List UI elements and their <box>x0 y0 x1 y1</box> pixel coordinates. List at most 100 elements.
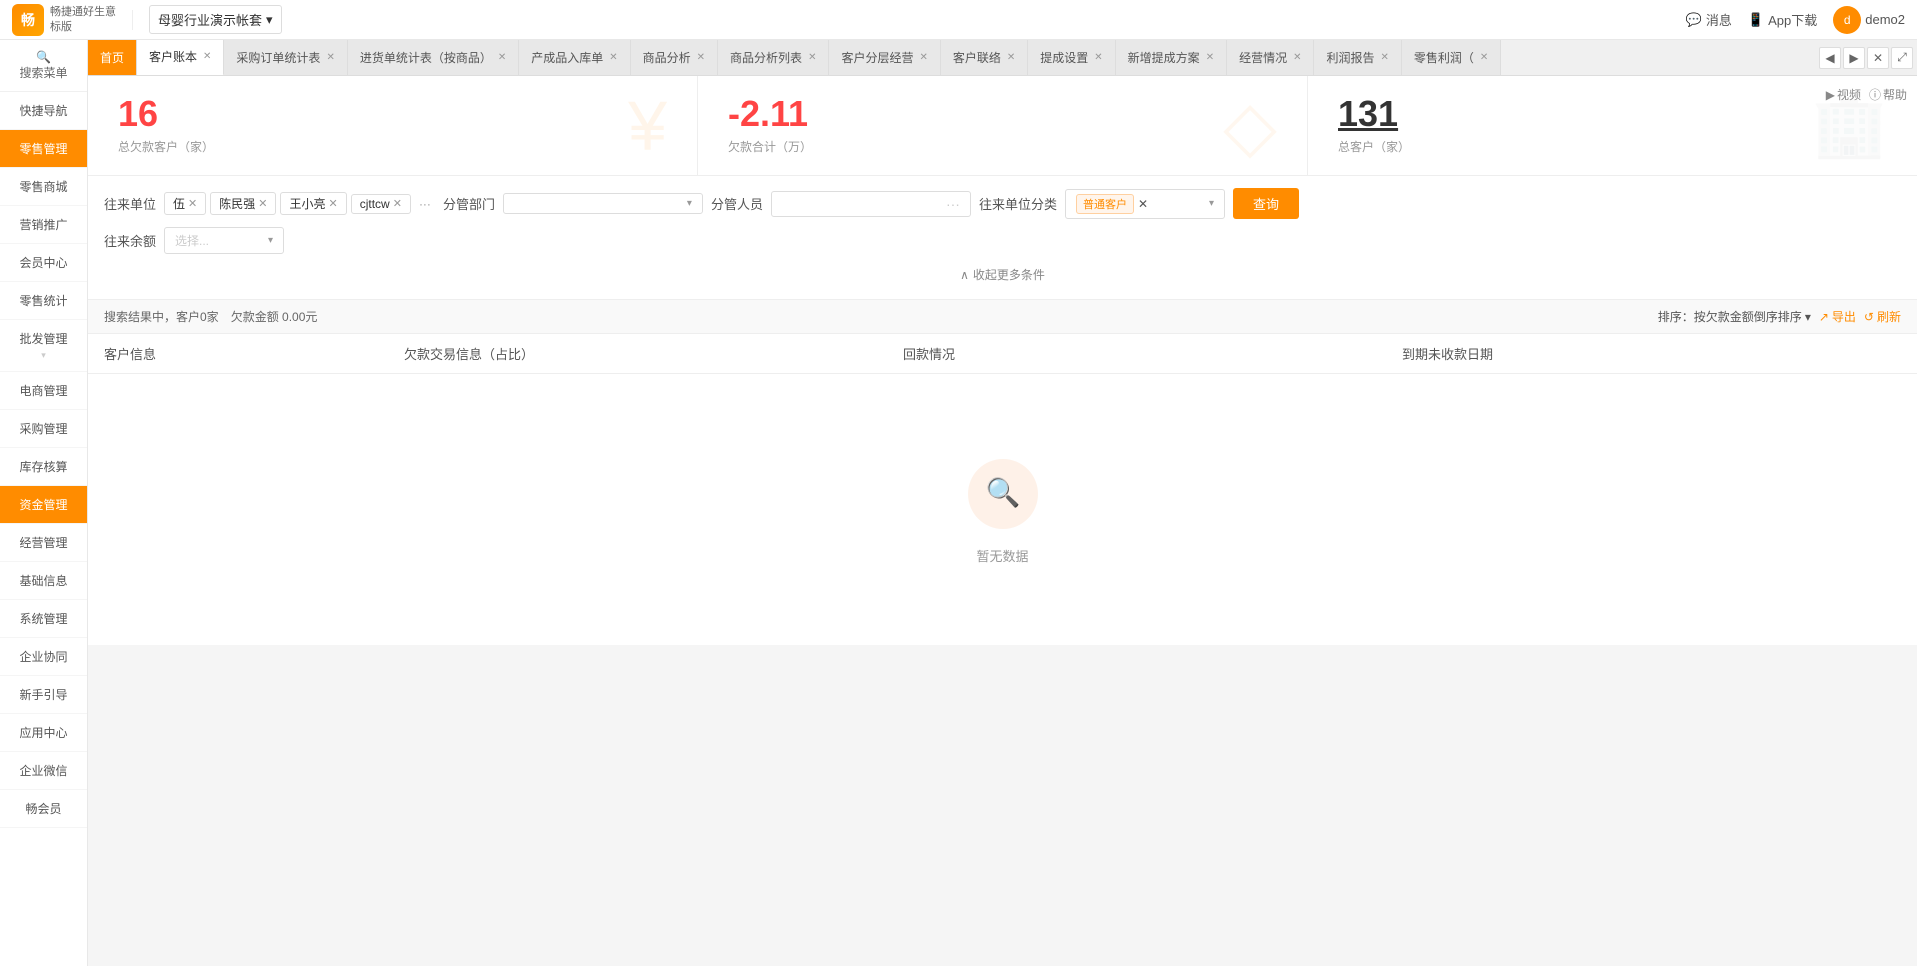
stat-card-total-customers: 🏢 ▶ 视频 ⓘ 帮助 131 <box>1308 76 1917 175</box>
tab-customer-book[interactable]: 客户账本 ✕ <box>137 40 224 76</box>
store-unit-label: 往来单位 <box>104 194 156 213</box>
branch-person-select[interactable]: ··· <box>771 191 971 217</box>
tag-remove-icon[interactable]: ✕ <box>258 197 267 210</box>
tab-product-analysis[interactable]: 商品分析 ✕ <box>631 40 718 76</box>
sidebar-item-app-center[interactable]: 应用中心 <box>0 714 87 752</box>
sidebar-item-quick-nav[interactable]: 快捷导航 <box>0 92 87 130</box>
refresh-button[interactable]: ↺ 刷新 <box>1864 308 1901 325</box>
ellipsis-icon[interactable]: ··· <box>946 196 960 212</box>
collapse-button[interactable]: ∧ 收起更多条件 <box>104 262 1901 287</box>
filter-tag-2[interactable]: 陈民强 ✕ <box>210 192 276 215</box>
sidebar-item-retail-mall[interactable]: 零售商城 <box>0 168 87 206</box>
chevron-down-icon: ▾ <box>266 12 273 28</box>
sidebar-item-operations-mgmt[interactable]: 经营管理 <box>0 524 87 562</box>
filter-more-indicator[interactable]: ··· <box>415 195 435 213</box>
close-icon[interactable]: ✕ <box>697 52 705 63</box>
filter-tag-4[interactable]: cjttcw ✕ <box>351 194 411 214</box>
tab-purchase-order[interactable]: 采购订单统计表 ✕ <box>224 40 347 76</box>
empty-icon: 🔍 <box>963 454 1043 534</box>
sidebar-item-ecommerce[interactable]: 电商管理 <box>0 372 87 410</box>
sidebar-item-member-center[interactable]: 会员中心 <box>0 244 87 282</box>
sidebar-item-marketing[interactable]: 营销推广 <box>0 206 87 244</box>
tab-production-in[interactable]: 产成品入库单 ✕ <box>519 40 630 76</box>
th-customer-info: 客户信息 <box>104 344 404 363</box>
tab-customer-contact[interactable]: 客户联络 ✕ <box>941 40 1028 76</box>
tab-close-all-button[interactable]: ✕ <box>1867 47 1889 69</box>
category-tag-remove-icon[interactable]: ✕ <box>1138 197 1148 211</box>
tab-purchase-stats[interactable]: 进货单统计表（按商品） ✕ <box>348 40 519 76</box>
close-icon[interactable]: ✕ <box>1480 52 1488 63</box>
tab-prev-button[interactable]: ◀ <box>1819 47 1841 69</box>
close-icon[interactable]: ✕ <box>1094 52 1102 63</box>
close-icon[interactable]: ✕ <box>1206 52 1214 63</box>
app-download-button[interactable]: 📱 App下载 <box>1748 10 1817 29</box>
close-icon[interactable]: ✕ <box>808 52 816 63</box>
sidebar-item-wholesale-mgmt[interactable]: 批发管理 ▾ <box>0 320 87 372</box>
play-icon: ▶ <box>1826 88 1835 102</box>
tab-operations[interactable]: 经营情况 ✕ <box>1227 40 1314 76</box>
store-selector[interactable]: 母婴行业演示帐套 ▾ <box>149 5 282 34</box>
sidebar-item-retail-mgmt[interactable]: 零售管理 <box>0 130 87 168</box>
close-icon[interactable]: ✕ <box>609 52 617 63</box>
credit-customers-value: 16 <box>118 96 667 132</box>
tag-remove-icon[interactable]: ✕ <box>393 197 402 210</box>
branch-person-label: 分管人员 <box>711 194 763 213</box>
branch-dept-select[interactable]: ▾ <box>503 193 703 214</box>
sidebar-item-enterprise-wechat[interactable]: 企业微信 <box>0 752 87 790</box>
close-icon[interactable]: ✕ <box>1293 52 1301 63</box>
stat-card-credit-customers: ¥ 16 总欠款客户（家） <box>88 76 698 175</box>
help-button[interactable]: ⓘ 帮助 <box>1869 86 1907 103</box>
close-icon[interactable]: ✕ <box>919 52 927 63</box>
total-customers-value: 131 <box>1338 96 1887 132</box>
tab-retail-profit[interactable]: 零售利润（ ✕ <box>1402 40 1501 76</box>
sidebar-item-system-mgmt[interactable]: 系统管理 <box>0 600 87 638</box>
tab-customer-tier[interactable]: 客户分层经营 ✕ <box>829 40 940 76</box>
close-icon[interactable]: ✕ <box>1381 52 1389 63</box>
sort-label: 排序：按欠款金额倒序排序 <box>1658 308 1802 325</box>
result-bar: 搜索结果中，客户0家 欠款金额 0.00元 排序：按欠款金额倒序排序 ▾ ↗ 导… <box>88 300 1917 334</box>
sidebar-item-retail-stats[interactable]: 零售统计 <box>0 282 87 320</box>
store-balance-label: 往来余额 <box>104 231 156 250</box>
user-avatar-area[interactable]: d demo2 <box>1833 6 1905 34</box>
tag-remove-icon[interactable]: ✕ <box>188 197 197 210</box>
chevron-down-icon: ▾ <box>268 235 273 246</box>
tab-home[interactable]: 首页 <box>88 40 137 76</box>
sidebar-item-base-info[interactable]: 基础信息 <box>0 562 87 600</box>
avatar: d <box>1833 6 1861 34</box>
empty-state: 🔍 暂无数据 <box>88 374 1917 645</box>
store-balance-select[interactable]: 选择... ▾ <box>164 227 284 254</box>
filter-tag-3[interactable]: 王小亮 ✕ <box>280 192 346 215</box>
store-unit-category-select[interactable]: 普通客户 ✕ ▾ <box>1065 189 1225 219</box>
th-due-date: 到期未收款日期 <box>1402 344 1901 363</box>
close-icon[interactable]: ✕ <box>326 52 334 63</box>
tabbar: 首页 客户账本 ✕ 采购订单统计表 ✕ 进货单统计表（按商品） ✕ 产成品入库单… <box>88 40 1917 76</box>
close-icon[interactable]: ✕ <box>1007 52 1015 63</box>
tab-new-promotion-plan[interactable]: 新增提成方案 ✕ <box>1116 40 1227 76</box>
sidebar-item-capital-mgmt[interactable]: 资金管理 <box>0 486 87 524</box>
tab-profit-report[interactable]: 利润报告 ✕ <box>1314 40 1401 76</box>
content-area: 首页 客户账本 ✕ 采购订单统计表 ✕ 进货单统计表（按商品） ✕ 产成品入库单… <box>88 40 1917 966</box>
sidebar-search[interactable]: 🔍 搜索菜单 <box>0 40 87 92</box>
credit-total-value: -2.11 <box>728 96 1277 132</box>
sidebar-item-enterprise-collab[interactable]: 企业协同 <box>0 638 87 676</box>
close-icon[interactable]: ✕ <box>203 51 211 62</box>
export-button[interactable]: ↗ 导出 <box>1819 308 1856 325</box>
query-button[interactable]: 查询 <box>1233 188 1299 219</box>
sidebar-item-vip-member[interactable]: 畅会员 <box>0 790 87 828</box>
tab-promotion-settings[interactable]: 提成设置 ✕ <box>1028 40 1115 76</box>
tab-next-button[interactable]: ▶ <box>1843 47 1865 69</box>
topbar: 畅 畅捷通好生意 标版 母婴行业演示帐套 ▾ 💬 消息 📱 App下载 d de… <box>0 0 1917 40</box>
tab-product-analysis-list[interactable]: 商品分析列表 ✕ <box>718 40 829 76</box>
main-layout: 🔍 搜索菜单 快捷导航 零售管理 零售商城 营销推广 会员中心 零售统计 批发管… <box>0 40 1917 966</box>
sidebar-item-new-guide[interactable]: 新手引导 <box>0 676 87 714</box>
sort-button[interactable]: 排序：按欠款金额倒序排序 ▾ <box>1658 308 1811 325</box>
filter-tag-1[interactable]: 伍 ✕ <box>164 192 206 215</box>
video-button[interactable]: ▶ 视频 <box>1826 86 1861 103</box>
tag-remove-icon[interactable]: ✕ <box>329 197 338 210</box>
stat-card-credit-total: ◇ -2.11 欠款合计（万） <box>698 76 1308 175</box>
message-button[interactable]: 💬 消息 <box>1686 10 1732 29</box>
sidebar-item-purchase-mgmt[interactable]: 采购管理 <box>0 410 87 448</box>
sidebar-item-inventory[interactable]: 库存核算 <box>0 448 87 486</box>
close-icon[interactable]: ✕ <box>498 52 506 63</box>
tab-maximize-button[interactable]: ⤢ <box>1891 47 1913 69</box>
